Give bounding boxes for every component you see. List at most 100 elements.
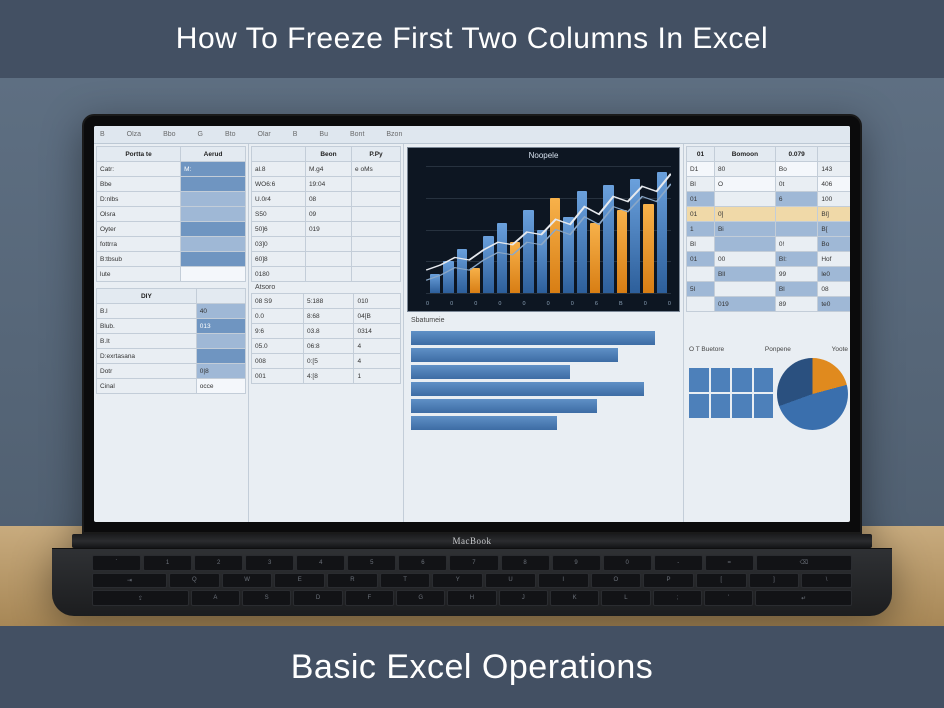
cell[interactable] (305, 237, 351, 252)
right-table[interactable]: 01Bomoon0.079 D180Bo143 BlO0t406 016100 … (686, 146, 850, 312)
cell[interactable] (352, 192, 401, 207)
cell[interactable]: 89 (775, 297, 818, 312)
menu-item[interactable]: Bont (350, 131, 364, 138)
cell[interactable]: B.l (97, 304, 197, 319)
cell[interactable]: 1 (687, 222, 715, 237)
col-header[interactable]: Bomoon (714, 147, 775, 162)
cell[interactable]: 60]8 (252, 252, 306, 267)
cell[interactable]: O (714, 177, 775, 192)
cell[interactable]: 019 (305, 222, 351, 237)
menu-item[interactable]: Bu (319, 131, 328, 138)
cell[interactable] (352, 222, 401, 237)
menu-item[interactable]: Bto (225, 131, 236, 138)
cell[interactable]: Bbe (97, 177, 181, 192)
col-header[interactable] (818, 147, 850, 162)
cell[interactable]: 01 (687, 252, 715, 267)
menu-item[interactable]: Bbo (163, 131, 175, 138)
cell[interactable]: U.0r4 (252, 192, 306, 207)
cell[interactable]: Bl (687, 237, 715, 252)
cell[interactable]: B:tbsub (97, 252, 181, 267)
cell[interactable]: Bo (775, 162, 818, 177)
cell[interactable]: 99 (775, 267, 818, 282)
menu-item[interactable]: Bzon (386, 131, 402, 138)
cell[interactable]: 01 (687, 192, 715, 207)
cell[interactable]: 04[B (354, 309, 401, 324)
cell[interactable]: 6 (775, 192, 818, 207)
cell[interactable]: Oyter (97, 222, 181, 237)
cell[interactable] (352, 267, 401, 282)
col-header[interactable]: Portta te (97, 147, 181, 162)
left-table-b[interactable]: DIY B.l40 Blub.013 B.It D:exrtasana Dotr… (96, 288, 246, 394)
cell[interactable]: lute (97, 267, 181, 282)
left-table-a[interactable]: Portta teAerud Catr:M: Bbe D:nlbs Olsra … (96, 146, 246, 282)
cell[interactable] (687, 297, 715, 312)
cell[interactable]: Blub. (97, 319, 197, 334)
cell[interactable]: Bi (714, 222, 775, 237)
cell[interactable]: 008 (252, 354, 304, 369)
cell[interactable]: Cinal (97, 379, 197, 394)
cell[interactable]: 0t (775, 177, 818, 192)
cell[interactable] (196, 334, 245, 349)
col-header[interactable] (252, 147, 306, 162)
cell[interactable] (196, 349, 245, 364)
cell[interactable]: M: (181, 162, 246, 177)
cell[interactable] (181, 177, 246, 192)
cell[interactable] (775, 222, 818, 237)
menu-item[interactable]: B (293, 131, 298, 138)
cell[interactable] (305, 267, 351, 282)
cell[interactable]: 143 (818, 162, 850, 177)
cell[interactable]: 40 (196, 304, 245, 319)
cell[interactable]: D:nlbs (97, 192, 181, 207)
cell[interactable]: 03.8 (304, 324, 354, 339)
cell[interactable] (775, 207, 818, 222)
cell[interactable]: 019 (714, 297, 775, 312)
cell[interactable]: 0! (775, 237, 818, 252)
cell[interactable]: Bl (687, 177, 715, 192)
cell[interactable]: BI: (775, 252, 818, 267)
cell[interactable]: occe (196, 379, 245, 394)
col-header[interactable]: 0.079 (775, 147, 818, 162)
cell[interactable]: S50 (252, 207, 306, 222)
cell[interactable]: 010 (354, 294, 401, 309)
cell[interactable]: 4:[8 (304, 369, 354, 384)
cell[interactable]: 001 (252, 369, 304, 384)
menu-item[interactable]: Olza (127, 131, 141, 138)
cell[interactable]: 0] (714, 207, 775, 222)
cell[interactable] (305, 252, 351, 267)
cell[interactable] (352, 177, 401, 192)
cell[interactable]: 1 (354, 369, 401, 384)
cell[interactable]: le0 (818, 267, 850, 282)
cell[interactable]: B[ (818, 222, 850, 237)
cell[interactable]: Bll (714, 267, 775, 282)
cell[interactable] (181, 237, 246, 252)
col-header[interactable]: DIY (97, 289, 197, 304)
cell[interactable]: 09 (305, 207, 351, 222)
col-header[interactable]: Aerud (181, 147, 246, 162)
cell[interactable] (181, 252, 246, 267)
col-header[interactable]: P.Py (352, 147, 401, 162)
cell[interactable]: 03]0 (252, 237, 306, 252)
cell[interactable] (687, 267, 715, 282)
cell[interactable]: 406 (818, 177, 850, 192)
cell[interactable]: B.It (97, 334, 197, 349)
cell[interactable]: 5l (687, 282, 715, 297)
cell[interactable]: 4 (354, 339, 401, 354)
cell[interactable]: Catr: (97, 162, 181, 177)
cell[interactable] (714, 282, 775, 297)
cell[interactable] (352, 207, 401, 222)
cell[interactable] (181, 267, 246, 282)
cell[interactable]: fottrra (97, 237, 181, 252)
cell[interactable]: te0 (818, 297, 850, 312)
cell[interactable]: 19:04 (305, 177, 351, 192)
cell[interactable]: 8:68 (304, 309, 354, 324)
cell[interactable] (714, 237, 775, 252)
cell[interactable]: Bl] (818, 207, 850, 222)
col-header[interactable]: 01 (687, 147, 715, 162)
cell[interactable]: WO6:6 (252, 177, 306, 192)
col-header[interactable]: Beon (305, 147, 351, 162)
cell[interactable]: al.8 (252, 162, 306, 177)
mid-table-a[interactable]: BeonP.Py al.8M.g4e oMs WO6:619:04 U.0r40… (251, 146, 401, 282)
cell[interactable] (181, 222, 246, 237)
cell[interactable]: 4 (354, 354, 401, 369)
menu-item[interactable]: G (198, 131, 203, 138)
